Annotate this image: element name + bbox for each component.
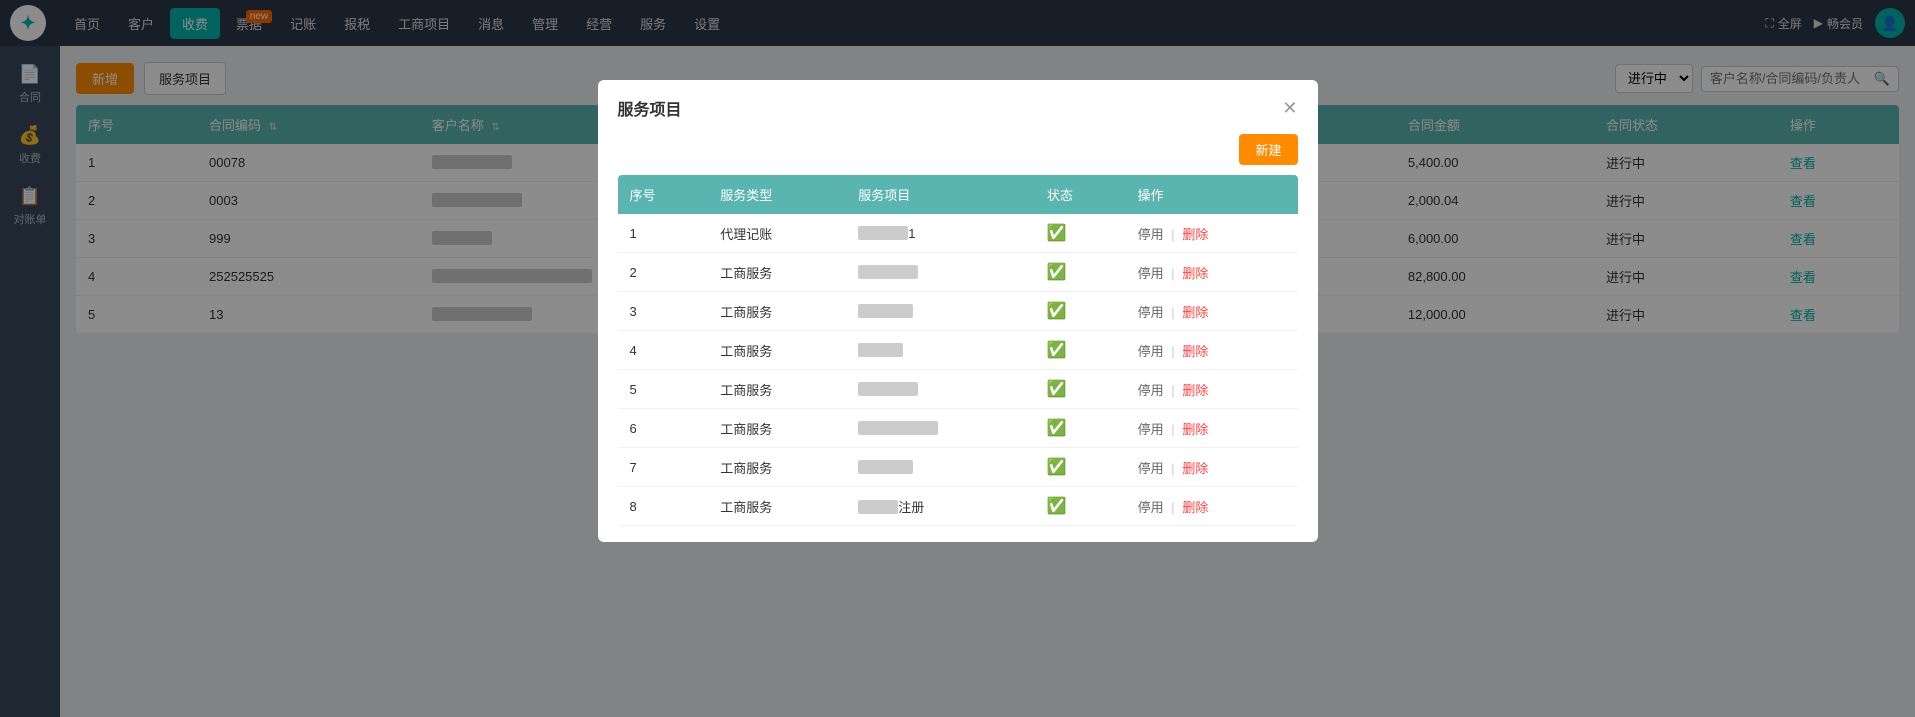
stop-button[interactable]: 停用 xyxy=(1138,461,1164,476)
delete-button[interactable]: 删除 xyxy=(1182,344,1208,359)
modal-new-button[interactable]: 新建 xyxy=(1239,134,1297,165)
modal-title: 服务项目 xyxy=(618,96,682,120)
delete-button[interactable]: 删除 xyxy=(1182,422,1208,437)
delete-button[interactable]: 删除 xyxy=(1182,266,1208,281)
delete-button[interactable]: 删除 xyxy=(1182,227,1208,242)
modal-col-seq: 序号 xyxy=(618,175,709,214)
modal-col-action: 操作 xyxy=(1126,175,1298,214)
delete-button[interactable]: 删除 xyxy=(1182,500,1208,515)
modal-toolbar: 新建 xyxy=(598,130,1318,175)
delete-button[interactable]: 删除 xyxy=(1182,461,1208,476)
stop-button[interactable]: 停用 xyxy=(1138,344,1164,359)
service-items-table: 序号 服务类型 服务项目 状态 操作 1 代理记账 1 xyxy=(618,175,1298,526)
list-item: 1 代理记账 1 ✅ 停用 | 删除 xyxy=(618,214,1298,253)
modal-col-type: 服务类型 xyxy=(708,175,846,214)
modal-header: 服务项目 ✕ xyxy=(598,80,1318,130)
stop-button[interactable]: 停用 xyxy=(1138,305,1164,320)
list-item: 4 工商服务 ✅ 停用 | 删除 xyxy=(618,331,1298,370)
stop-button[interactable]: 停用 xyxy=(1138,227,1164,242)
stop-button[interactable]: 停用 xyxy=(1138,500,1164,515)
delete-button[interactable]: 删除 xyxy=(1182,383,1208,398)
layout: 📄 合同 💰 收费 📋 对账单 新增 服务项目 进行中 已完成 已终止 xyxy=(0,46,1915,717)
main-content: 新增 服务项目 进行中 已完成 已终止 🔍 序号 合同编码 ⇅ xyxy=(60,46,1915,717)
modal-close-button[interactable]: ✕ xyxy=(1282,98,1297,119)
list-item: 6 工商服务 ✅ 停用 | 删除 xyxy=(618,409,1298,448)
list-item: 7 工商服务 ✅ 停用 | 删除 xyxy=(618,448,1298,487)
stop-button[interactable]: 停用 xyxy=(1138,422,1164,437)
modal-body: 序号 服务类型 服务项目 状态 操作 1 代理记账 1 xyxy=(598,175,1318,542)
stop-button[interactable]: 停用 xyxy=(1138,383,1164,398)
modal-overlay: 服务项目 ✕ 新建 序号 服务类型 服务项目 状态 xyxy=(60,46,1915,717)
list-item: 8 工商服务 注册 ✅ 停用 | 删除 xyxy=(618,487,1298,526)
list-item: 3 工商服务 ✅ 停用 | 删除 xyxy=(618,292,1298,331)
list-item: 2 工商服务 ✅ 停用 | 删除 xyxy=(618,253,1298,292)
service-modal: 服务项目 ✕ 新建 序号 服务类型 服务项目 状态 xyxy=(598,80,1318,542)
list-item: 5 工商服务 ✅ 停用 | 删除 xyxy=(618,370,1298,409)
modal-col-status: 状态 xyxy=(1035,175,1126,214)
stop-button[interactable]: 停用 xyxy=(1138,266,1164,281)
delete-button[interactable]: 删除 xyxy=(1182,305,1208,320)
modal-col-item: 服务项目 xyxy=(846,175,1035,214)
